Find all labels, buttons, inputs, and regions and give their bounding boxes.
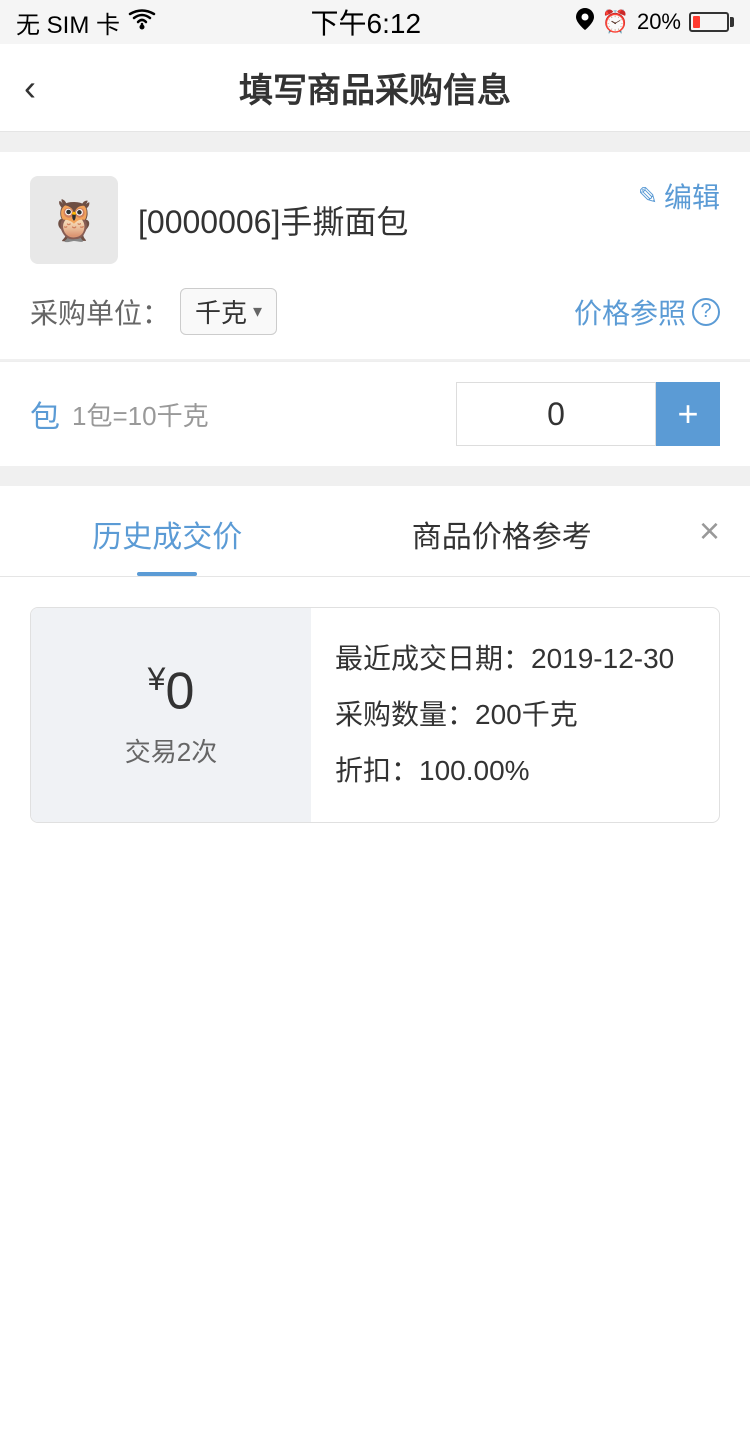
price-value: 0 xyxy=(165,663,194,721)
product-card: 🦉 [0000006]手撕面包 ✎ 编辑 采购单位： 千克 ▾ 价格参照 ? xyxy=(0,152,750,359)
price-symbol: ¥ xyxy=(148,661,166,697)
discount-label: 折扣： xyxy=(335,755,419,786)
tab-product-price-ref[interactable]: 商品价格参考 xyxy=(334,486,668,576)
nav-bar: ‹ 填写商品采购信息 xyxy=(0,44,750,132)
tab-history-price-label: 历史成交价 xyxy=(92,521,242,554)
recent-date-row: 最近成交日期：2019-12-30 xyxy=(335,638,695,680)
tabs-header: 历史成交价 商品价格参考 × xyxy=(0,486,750,577)
help-icon: ? xyxy=(692,298,720,326)
tab-close-button[interactable]: × xyxy=(669,510,750,552)
status-right: ⏰ 20% xyxy=(576,8,734,36)
location-icon xyxy=(576,8,594,36)
product-header: 🦉 [0000006]手撕面包 ✎ 编辑 xyxy=(30,176,720,264)
price-ref-label: 价格参照 xyxy=(574,292,686,332)
status-bar: 无 SIM 卡 下午6:12 ⏰ 20% xyxy=(0,0,750,44)
status-left: 无 SIM 卡 xyxy=(16,5,156,40)
unit-label: 采购单位： xyxy=(30,292,170,332)
recent-date-label: 最近成交日期： xyxy=(335,643,531,674)
quantity-plus-button[interactable]: + xyxy=(656,382,720,446)
page-title: 填写商品采购信息 xyxy=(239,63,511,112)
battery-icon xyxy=(689,12,734,32)
close-icon: × xyxy=(699,510,720,552)
history-details: 最近成交日期：2019-12-30 采购数量：200千克 折扣：100.00% xyxy=(311,608,719,822)
unit-selector-group: 采购单位： 千克 ▾ xyxy=(30,288,277,335)
price-ref-button[interactable]: 价格参照 ? xyxy=(574,292,720,332)
unit-value: 千克 xyxy=(195,293,247,330)
product-thumbnail: 🦉 xyxy=(30,176,118,264)
quantity-input[interactable]: 0 xyxy=(456,382,656,446)
history-card: ¥0 交易2次 最近成交日期：2019-12-30 采购数量：200千克 折扣：… xyxy=(30,607,720,823)
product-name: [0000006]手撕面包 xyxy=(138,197,408,243)
status-time: 下午6:12 xyxy=(311,2,422,42)
empty-content-area xyxy=(0,853,750,1453)
quantity-control: 0 + xyxy=(456,382,720,446)
tabs-section: 历史成交价 商品价格参考 × ¥0 交易2次 最近成交日期：2019-12-30… xyxy=(0,486,750,1453)
tab-history-price[interactable]: 历史成交价 xyxy=(0,486,334,576)
package-desc: 1包=10千克 xyxy=(72,396,209,433)
purchase-qty-label: 采购数量： xyxy=(335,699,475,730)
unit-select[interactable]: 千克 ▾ xyxy=(180,288,277,335)
chevron-down-icon: ▾ xyxy=(253,301,262,322)
carrier-label: 无 SIM 卡 xyxy=(16,5,120,40)
purchase-qty-row: 采购数量：200千克 xyxy=(335,694,695,736)
edit-label: 编辑 xyxy=(664,176,720,216)
trade-count: 交易2次 xyxy=(125,732,217,769)
wifi-icon xyxy=(128,8,156,37)
package-badge: 包 xyxy=(30,392,60,436)
product-info: 🦉 [0000006]手撕面包 xyxy=(30,176,408,264)
purchase-qty-value: 200千克 xyxy=(475,699,578,730)
product-unit-row: 采购单位： 千克 ▾ 价格参照 ? xyxy=(30,288,720,335)
quantity-row: 包 1包=10千克 0 + xyxy=(0,361,750,466)
history-price-summary: ¥0 交易2次 xyxy=(31,608,311,822)
edit-button[interactable]: ✎ 编辑 xyxy=(638,176,720,216)
history-price-display: ¥0 xyxy=(148,661,195,721)
discount-value: 100.00% xyxy=(419,755,530,786)
quantity-label-group: 包 1包=10千克 xyxy=(30,392,209,436)
alarm-icon: ⏰ xyxy=(602,9,629,35)
recent-date-value: 2019-12-30 xyxy=(531,643,674,674)
product-logo-icon: 🦉 xyxy=(49,197,99,244)
discount-row: 折扣：100.00% xyxy=(335,750,695,792)
back-button[interactable]: ‹ xyxy=(24,67,36,109)
tab-active-indicator xyxy=(137,572,197,576)
battery-percent: 20% xyxy=(637,9,681,35)
edit-icon: ✎ xyxy=(638,182,658,211)
tab-product-price-ref-label: 商品价格参考 xyxy=(412,521,592,554)
